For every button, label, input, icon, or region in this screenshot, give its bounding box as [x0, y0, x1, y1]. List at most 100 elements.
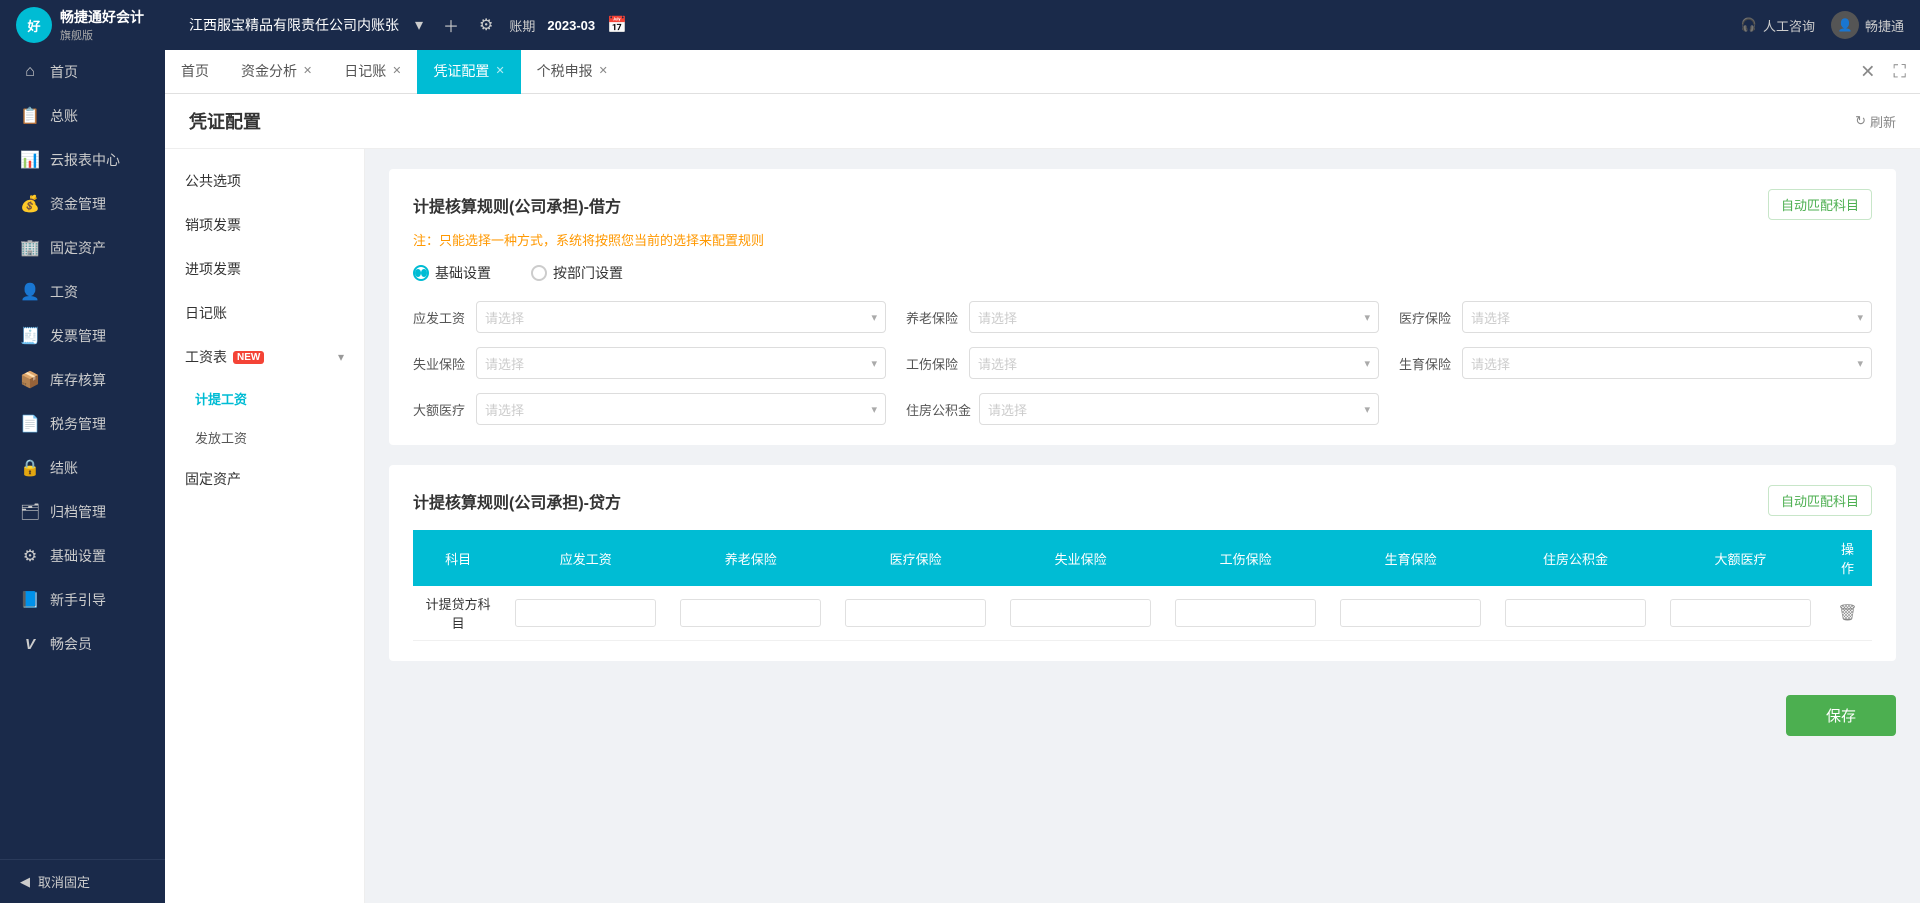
tab-voucher-close[interactable]: ✕ [495, 64, 504, 77]
page-title: 凭证配置 [189, 108, 261, 134]
tab-fund[interactable]: 资金分析 ✕ [225, 50, 328, 94]
sidebar-item-salary[interactable]: 👤 工资 [0, 270, 165, 314]
page-header: 凭证配置 ↻ 刷新 [165, 94, 1920, 149]
input-unemployment[interactable] [1010, 599, 1151, 627]
support-btn[interactable]: 🎧 人工咨询 [1741, 16, 1815, 35]
col-unemployment: 失业保险 [998, 530, 1163, 586]
settings-btn[interactable]: ⚙ [475, 11, 497, 39]
tab-tax-close[interactable]: ✕ [599, 64, 608, 77]
calendar-icon[interactable]: 📅 [607, 15, 627, 35]
sidebar-item-funds[interactable]: 💰 资金管理 [0, 182, 165, 226]
select-birth[interactable]: 请选择 ▾ [1462, 347, 1872, 379]
sidebar: ⌂ 首页 📋 总账 📊 云报表中心 💰 资金管理 🏢 固定资产 👤 工资 🧾 发… [0, 50, 165, 903]
select-injury[interactable]: 请选择 ▾ [969, 347, 1379, 379]
sidebar-item-inventory[interactable]: 📦 库存核算 [0, 358, 165, 402]
leftnav-public[interactable]: 公共选项 [165, 159, 364, 203]
form-item-medical: 医疗保险 请选择 ▾ [1399, 301, 1872, 333]
cell-wage-input[interactable] [503, 586, 668, 641]
debit-form-grid: 应发工资 请选择 ▾ 养老保险 请选择 ▾ [413, 301, 1872, 425]
leftnav-pay-salary[interactable]: 发放工资 [165, 418, 364, 457]
col-action: 操作 [1823, 530, 1872, 586]
tab-fund-close[interactable]: ✕ [303, 64, 312, 77]
cell-birth-input[interactable] [1328, 586, 1493, 641]
leftnav-sales[interactable]: 销项发票 [165, 203, 364, 247]
content-area: 首页 资金分析 ✕ 日记账 ✕ 凭证配置 ✕ 个税申报 ✕ ✕ ⛶ [165, 50, 1920, 903]
cancel-pin-btn[interactable]: ◀ 取消固定 [0, 859, 165, 903]
leftnav-salary-table[interactable]: 工资表 NEW ▾ [165, 335, 364, 379]
cell-bigmedical-input[interactable] [1658, 586, 1823, 641]
select-wage[interactable]: 请选择 ▾ [476, 301, 886, 333]
top-bar-right: 🎧 人工咨询 👤 畅捷通 [1741, 11, 1904, 39]
input-medical[interactable] [845, 599, 986, 627]
credit-auto-match-btn[interactable]: 自动匹配科目 [1768, 485, 1872, 516]
cell-injury-input[interactable] [1163, 586, 1328, 641]
delete-row-btn[interactable]: 🗑 [1837, 603, 1857, 623]
sidebar-item-tax[interactable]: 📄 税务管理 [0, 402, 165, 446]
closing-icon: 🔒 [20, 458, 40, 478]
save-bar: 保存 [389, 681, 1896, 750]
logo-text: 畅捷通好会计 旗舰版 [60, 7, 144, 43]
sidebar-item-guide[interactable]: 📘 新手引导 [0, 578, 165, 622]
tab-home[interactable]: 首页 [165, 50, 225, 94]
tab-journal[interactable]: 日记账 ✕ [328, 50, 417, 94]
leftnav-fixed-assets[interactable]: 固定资产 [165, 457, 364, 501]
credit-section-title: 计提核算规则(公司承担)-贷方 [413, 489, 621, 513]
col-bigmedical: 大额医疗 [1658, 530, 1823, 586]
radio-dept-circle [531, 265, 547, 281]
page-content: 凭证配置 ↻ 刷新 公共选项 销项发票 进项发票 [165, 94, 1920, 903]
input-injury[interactable] [1175, 599, 1316, 627]
input-bigmedical[interactable] [1670, 599, 1811, 627]
tab-voucher[interactable]: 凭证配置 ✕ [417, 50, 520, 94]
sidebar-item-invoice[interactable]: 🧾 发票管理 [0, 314, 165, 358]
refresh-icon: ↻ [1855, 113, 1866, 129]
form-item-birth: 生育保险 请选择 ▾ [1399, 347, 1872, 379]
sidebar-item-home[interactable]: ⌂ 首页 [0, 50, 165, 94]
radio-basic[interactable]: 基础设置 [413, 263, 491, 283]
save-btn[interactable]: 保存 [1786, 695, 1896, 736]
sidebar-item-settings[interactable]: ⚙ 基础设置 [0, 534, 165, 578]
tab-tax[interactable]: 个税申报 ✕ [521, 50, 624, 94]
logo-area: 好 畅捷通好会计 旗舰版 [16, 7, 181, 43]
input-wage[interactable] [515, 599, 656, 627]
cell-medical-input[interactable] [833, 586, 998, 641]
debit-radio-row: 基础设置 按部门设置 [413, 263, 1872, 283]
input-birth[interactable] [1340, 599, 1481, 627]
sidebar-item-reports[interactable]: 📊 云报表中心 [0, 138, 165, 182]
tab-journal-close[interactable]: ✕ [392, 64, 401, 77]
input-pension[interactable] [680, 599, 821, 627]
select-pension-chevron: ▾ [1364, 311, 1370, 324]
select-unemployment[interactable]: 请选择 ▾ [476, 347, 886, 379]
select-medical[interactable]: 请选择 ▾ [1462, 301, 1872, 333]
leftnav-purchase[interactable]: 进项发票 [165, 247, 364, 291]
fullscreen-btn[interactable]: ⛶ [1889, 59, 1910, 84]
col-wage: 应发工资 [503, 530, 668, 586]
sidebar-item-closing[interactable]: 🔒 结账 [0, 446, 165, 490]
company-dropdown-btn[interactable]: ▾ [411, 11, 427, 39]
input-housing[interactable] [1505, 599, 1646, 627]
sidebar-item-archive[interactable]: 🗂 归档管理 [0, 490, 165, 534]
add-company-btn[interactable]: ＋ [439, 9, 463, 41]
archive-icon: 🗂 [20, 502, 40, 522]
cell-housing-input[interactable] [1493, 586, 1658, 641]
select-bigmedical[interactable]: 请选择 ▾ [476, 393, 886, 425]
select-housing[interactable]: 请选择 ▾ [979, 393, 1379, 425]
form-item-housing: 住房公积金 请选择 ▾ [906, 393, 1379, 425]
cell-pension-input[interactable] [668, 586, 833, 641]
col-injury: 工伤保险 [1163, 530, 1328, 586]
radio-dept[interactable]: 按部门设置 [531, 263, 623, 283]
refresh-btn[interactable]: ↻ 刷新 [1855, 112, 1896, 131]
close-tab-btn[interactable]: ✕ [1856, 59, 1879, 84]
sidebar-item-member[interactable]: V 畅会员 [0, 622, 165, 666]
leftnav-journal[interactable]: 日记账 [165, 291, 364, 335]
sidebar-item-ledger[interactable]: 📋 总账 [0, 94, 165, 138]
select-pension[interactable]: 请选择 ▾ [969, 301, 1379, 333]
leftnav-calc-salary[interactable]: 计提工资 [165, 379, 364, 418]
user-area[interactable]: 👤 畅捷通 [1831, 11, 1904, 39]
debit-auto-match-btn[interactable]: 自动匹配科目 [1768, 189, 1872, 220]
tabs-bar: 首页 资金分析 ✕ 日记账 ✕ 凭证配置 ✕ 个税申报 ✕ ✕ ⛶ [165, 50, 1920, 94]
sidebar-item-assets[interactable]: 🏢 固定资产 [0, 226, 165, 270]
cell-unemployment-input[interactable] [998, 586, 1163, 641]
home-icon: ⌂ [20, 63, 40, 81]
salary-table-chevron: ▾ [338, 350, 344, 364]
select-medical-chevron: ▾ [1857, 311, 1863, 324]
